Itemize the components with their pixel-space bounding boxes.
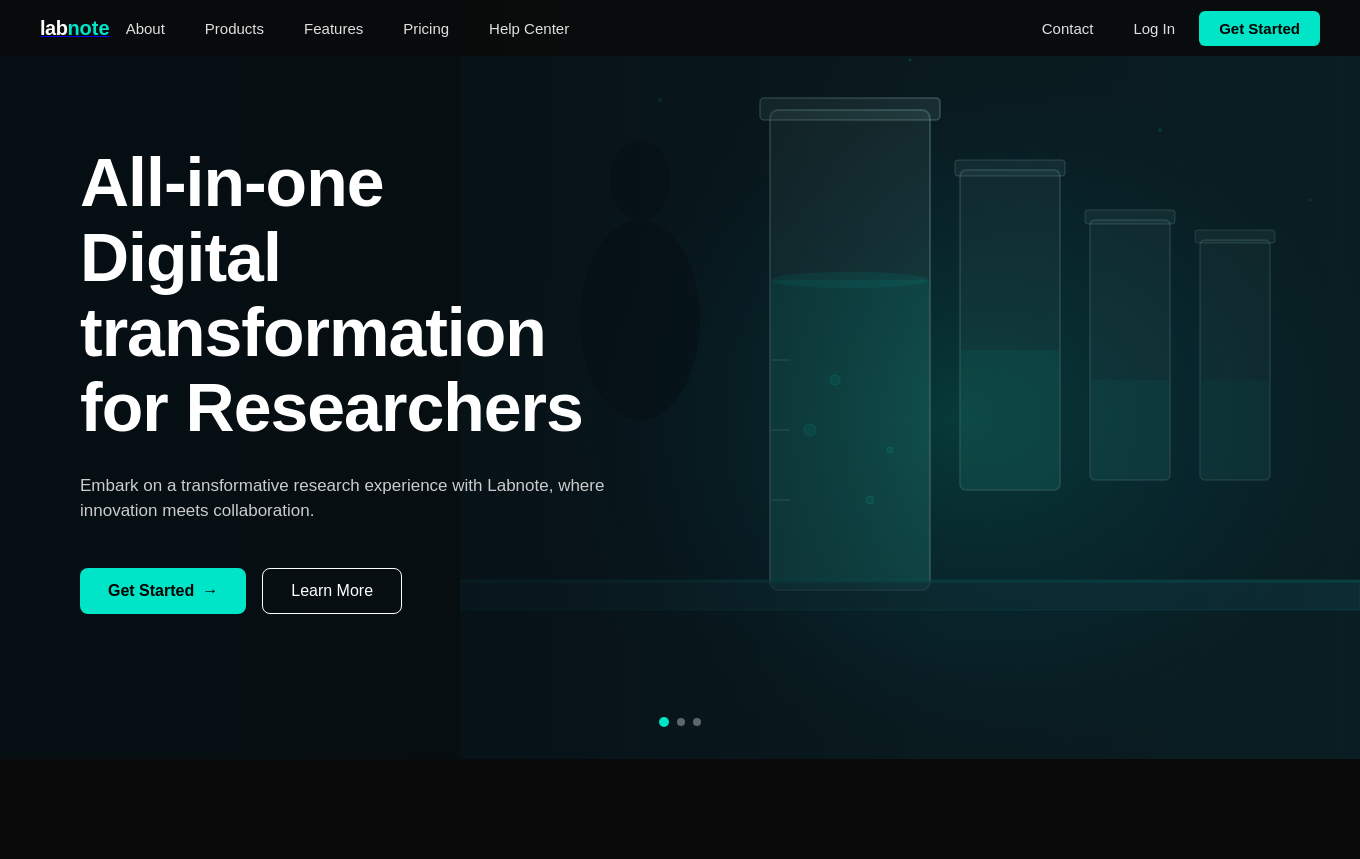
hero-title-line3: for Researchers: [80, 370, 680, 445]
nav-right: Contact Log In Get Started: [1026, 11, 1320, 46]
nav-link-products[interactable]: Products: [189, 12, 280, 45]
nav-links: About Products Features Pricing Help Cen…: [110, 12, 1026, 45]
carousel-dots: [659, 717, 701, 727]
carousel-dot-2[interactable]: [677, 718, 685, 726]
get-started-label: Get Started: [108, 582, 194, 600]
hero-buttons: Get Started → Learn More: [80, 568, 680, 614]
hero-learn-more-button[interactable]: Learn More: [262, 568, 402, 614]
below-hero-section: [0, 759, 1360, 859]
navbar: labnote About Products Features Pricing …: [0, 0, 1360, 56]
hero-subtitle: Embark on a transformative research expe…: [80, 473, 660, 524]
nav-contact-link[interactable]: Contact: [1026, 12, 1110, 45]
nav-link-pricing[interactable]: Pricing: [387, 12, 465, 45]
hero-get-started-button[interactable]: Get Started →: [80, 568, 246, 614]
nav-get-started-button[interactable]: Get Started: [1199, 11, 1320, 46]
hero-section: All-in-one Digital transformation for Re…: [0, 0, 1360, 759]
nav-link-features[interactable]: Features: [288, 12, 379, 45]
nav-link-about[interactable]: About: [110, 12, 181, 45]
hero-title-line2: Digital transformation: [80, 220, 680, 370]
carousel-dot-1[interactable]: [659, 717, 669, 727]
hero-title-line1: All-in-one: [80, 145, 680, 220]
hero-content: All-in-one Digital transformation for Re…: [0, 145, 760, 613]
nav-link-help[interactable]: Help Center: [473, 12, 585, 45]
nav-logo[interactable]: labnote: [40, 17, 110, 40]
carousel-dot-3[interactable]: [693, 718, 701, 726]
arrow-icon: →: [202, 582, 218, 600]
hero-title: All-in-one Digital transformation for Re…: [80, 145, 680, 444]
nav-login-link[interactable]: Log In: [1117, 12, 1191, 45]
